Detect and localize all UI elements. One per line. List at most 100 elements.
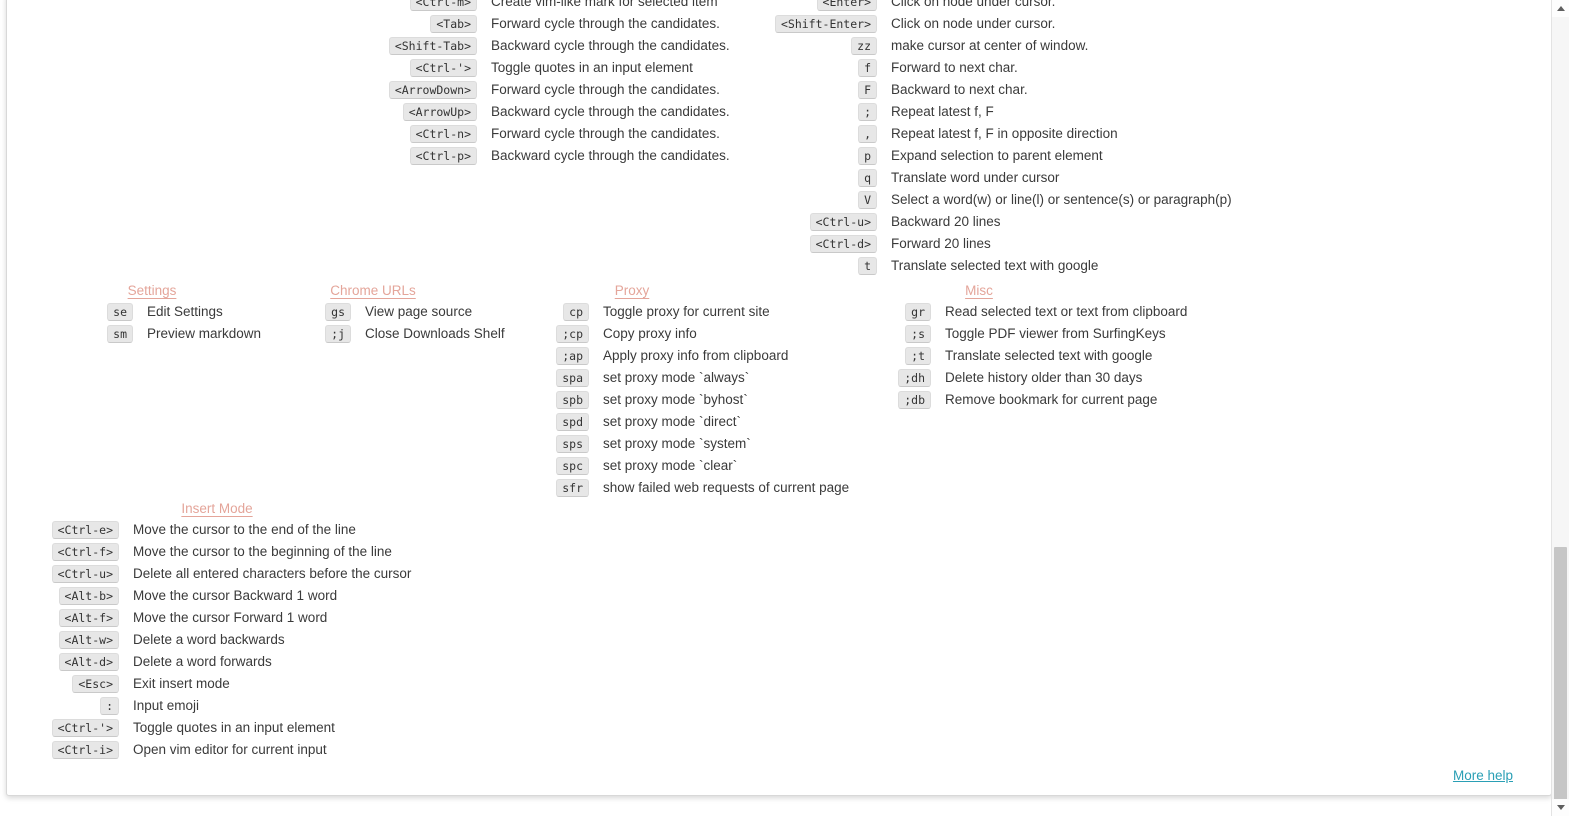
misc-keymap-key: ;dh (898, 369, 931, 387)
misc-keymap-key: ;db (898, 391, 931, 409)
visual-keymap-row: q Translate word under cursor (767, 167, 1467, 189)
omnibar-keymap-annotation: Backward cycle through the candidates. (491, 35, 730, 57)
visual-keymap-key: <Shift-Enter> (775, 15, 877, 33)
misc-keymap-key-cell: gr (869, 301, 945, 323)
scrollbar-track[interactable] (1552, 17, 1569, 799)
insert-mode-keymap-annotation: Move the cursor Backward 1 word (133, 585, 337, 607)
omnibar-keymap-key-cell: <Shift-Tab> (7, 35, 491, 57)
insert-mode-keymap-key-cell: : (31, 695, 133, 717)
proxy-keymap-row: spbset proxy mode `byhost` (527, 389, 857, 411)
proxy-keymap-row: ;ap Apply proxy info from clipboard (527, 345, 857, 367)
insert-mode-keymap-annotation: Toggle quotes in an input element (133, 717, 335, 739)
vertical-scrollbar[interactable] (1551, 0, 1569, 816)
settings-group: Settings seEdit SettingssmPreview markdo… (71, 281, 311, 345)
insert-mode-keymap-key: <Ctrl-'> (52, 719, 119, 737)
visual-keymap-key: <Ctrl-u> (810, 213, 877, 231)
insert-mode-keymap-key-cell: <Ctrl-f> (31, 541, 133, 563)
more-help-link[interactable]: More help (1453, 768, 1513, 783)
insert-mode-keymap-key: : (100, 697, 119, 715)
insert-mode-keymap-row: :Input emoji (31, 695, 451, 717)
omnibar-keymap-annotation: Forward cycle through the candidates. (491, 13, 720, 35)
proxy-keymap-key-cell: spa (527, 367, 603, 389)
visual-keymap-row: ,Repeat latest f, F in opposite directio… (767, 123, 1467, 145)
proxy-keymap-row: ;cpCopy proxy info (527, 323, 857, 345)
insert-mode-keymap-annotation: Delete all entered characters before the… (133, 563, 411, 585)
proxy-keymap-key-cell: ;ap (527, 345, 603, 367)
proxy-keymap-key: spc (556, 457, 589, 475)
visual-keymap-annotation: Click on node under cursor. (891, 13, 1055, 35)
visual-keymap-key-cell: f (767, 57, 891, 79)
omnibar-keymap-row: <ArrowDown>Forward cycle through the can… (7, 79, 777, 101)
omnibar-keymap-key-cell: <Ctrl-m> (7, 0, 491, 13)
insert-mode-keymap-row: <Esc>Exit insert mode (31, 673, 451, 695)
visual-keymap-key: p (858, 147, 877, 165)
visual-keymap-key: q (858, 169, 877, 187)
omnibar-keymap-key: <Ctrl-p> (410, 147, 477, 165)
insert-mode-keymap-annotation: Open vim editor for current input (133, 739, 327, 761)
proxy-keymap-annotation: Apply proxy info from clipboard (603, 345, 788, 367)
scroll-up-button[interactable] (1552, 0, 1569, 17)
visual-keymap-annotation: Repeat latest f, F (891, 101, 994, 123)
misc-keymap-row: gr Read selected text or text from clipbo… (869, 301, 1209, 323)
proxy-keymap-key-cell: cp (527, 301, 603, 323)
chrome-urls-keymap-key-cell: gs (289, 301, 365, 323)
visual-keymap-annotation: Translate word under cursor (891, 167, 1059, 189)
proxy-keymap-key: ;ap (556, 347, 589, 365)
proxy-keymap-key: spd (556, 413, 589, 431)
chrome-urls-keymap-annotation: View page source (365, 301, 472, 323)
visual-keymap-key-cell: p (767, 145, 891, 167)
misc-keymap-annotation: Translate selected text with google (945, 345, 1152, 367)
proxy-keymap-key-cell: sps (527, 433, 603, 455)
proxy-keymap-key: ;cp (556, 325, 589, 343)
proxy-keymap-key: spa (556, 369, 589, 387)
misc-keymap-row: ;sToggle PDF viewer from SurfingKeys (869, 323, 1209, 345)
insert-mode-keymap-key: <Ctrl-f> (52, 543, 119, 561)
omnibar-keymap-key: <Ctrl-'> (410, 59, 477, 77)
insert-mode-keymap-annotation: Delete a word forwards (133, 651, 272, 673)
proxy-keymap-key: cp (563, 303, 589, 321)
omnibar-keymap-annotation: Create vim-like mark for selected item (491, 0, 718, 13)
proxy-keymap-row: spdset proxy mode `direct` (527, 411, 857, 433)
proxy-keymap-key: sfr (556, 479, 589, 497)
chrome-urls-keymap-row: gsView page source (289, 301, 549, 323)
misc-keymap-key: gr (905, 303, 931, 321)
visual-keymap-key-cell: V (767, 189, 891, 211)
omnibar-keymap-row: <ArrowUp>Backward cycle through the cand… (7, 101, 777, 123)
omnibar-keymap-row: <Ctrl-'>Toggle quotes in an input elemen… (7, 57, 777, 79)
insert-mode-group-title: Insert Mode (31, 499, 403, 519)
omnibar-keymap-key-cell: <Ctrl-p> (7, 145, 491, 167)
omnibar-keymap-row: <Ctrl-p>Backward cycle through the candi… (7, 145, 777, 167)
proxy-keymap-key: sps (556, 435, 589, 453)
omnibar-keymap-annotation: Backward cycle through the candidates. (491, 101, 730, 123)
chrome-urls-keymap-row: ;jClose Downloads Shelf (289, 323, 549, 345)
visual-keymap-row: pExpand selection to parent element (767, 145, 1467, 167)
insert-mode-keymap-key: <Alt-d> (59, 653, 119, 671)
insert-mode-keymap-key: <Ctrl-u> (52, 565, 119, 583)
misc-keymap-annotation: Read selected text or text from clipboar… (945, 301, 1187, 323)
visual-keymap-key-cell: zz (767, 35, 891, 57)
omnibar-keymap-key: <Tab> (430, 15, 477, 33)
proxy-keymap-key-cell: sfr (527, 477, 603, 499)
omnibar-keymap-key-cell: <Ctrl-n> (7, 123, 491, 145)
misc-keymap-annotation: Remove bookmark for current page (945, 389, 1157, 411)
visual-keymap-key-cell: F (767, 79, 891, 101)
visual-keymap-key-cell: <Enter> (767, 0, 891, 13)
chevron-down-icon (1557, 805, 1565, 810)
insert-mode-keymap-key-cell: <Ctrl-'> (31, 717, 133, 739)
visual-keymap-row: zzmake cursor at center of window. (767, 35, 1467, 57)
omnibar-keymap-annotation: Forward cycle through the candidates. (491, 123, 720, 145)
visual-keymap-row: VSelect a word(w) or line(l) or sentence… (767, 189, 1467, 211)
visual-keymap-annotation: Backward to next char. (891, 79, 1028, 101)
chrome-urls-group-title: Chrome URLs (289, 281, 457, 301)
misc-keymap-key-cell: ;s (869, 323, 945, 345)
insert-mode-keymap-key: <Alt-w> (59, 631, 119, 649)
scroll-down-button[interactable] (1552, 799, 1569, 816)
insert-mode-keymap-key-cell: <Ctrl-u> (31, 563, 133, 585)
proxy-keymap-row: sfrshow failed web requests of current p… (527, 477, 857, 499)
visual-keymap-key-cell: <Ctrl-u> (767, 211, 891, 233)
insert-mode-keymap-key-cell: <Alt-f> (31, 607, 133, 629)
surfingkeys-usage-panel: <Ctrl-m>Create vim-like mark for selecte… (6, 0, 1552, 796)
insert-mode-keymap-row: <Ctrl-i>Open vim editor for current inpu… (31, 739, 451, 761)
scrollbar-thumb[interactable] (1554, 547, 1567, 805)
proxy-keymap-row: cpToggle proxy for current site (527, 301, 857, 323)
